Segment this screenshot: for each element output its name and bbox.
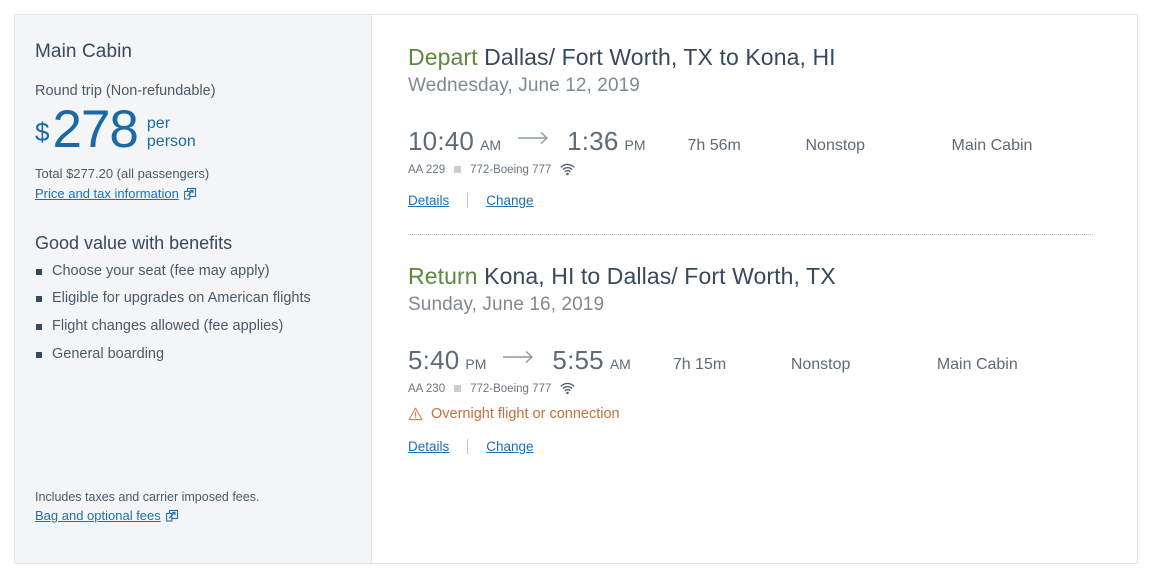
departure-time-block: 10:40 AM bbox=[408, 126, 501, 157]
change-link[interactable]: Change bbox=[486, 193, 533, 208]
per-person-label: per person bbox=[147, 115, 196, 151]
arrival-meridiem: PM bbox=[624, 137, 646, 154]
meta-separator bbox=[454, 166, 462, 174]
departure-time-block: 5:40 PM bbox=[408, 345, 486, 376]
meta-separator bbox=[454, 385, 462, 393]
overnight-warning-label: Overnight flight or connection bbox=[431, 406, 620, 423]
currency-symbol: $ bbox=[35, 117, 50, 147]
segment-actions: Details Change bbox=[408, 193, 1137, 209]
arrival-time-block: 1:36 PM bbox=[567, 126, 645, 157]
segment-actions: Details Change bbox=[408, 439, 1137, 455]
departure-time: 10:40 bbox=[408, 126, 475, 157]
flight-duration: 7h 15m bbox=[672, 356, 727, 374]
details-link[interactable]: Details bbox=[408, 439, 449, 454]
departure-meridiem: AM bbox=[480, 137, 502, 154]
segment-divider bbox=[408, 234, 1093, 236]
segment-depart: Depart Dallas/ Fort Worth, TX to Kona, H… bbox=[408, 43, 1137, 209]
arrival-meridiem: AM bbox=[609, 356, 631, 373]
segment-return: Return Kona, HI to Dallas/ Fort Worth, T… bbox=[408, 262, 1137, 455]
external-link-icon bbox=[165, 509, 179, 522]
benefit-item: Choose your seat (fee may apply) bbox=[35, 262, 349, 282]
arrow-right-icon bbox=[517, 130, 551, 146]
benefits-list: Choose your seat (fee may apply) Eligibl… bbox=[35, 262, 349, 364]
fare-summary-sidebar: Main Cabin Round trip (Non-refundable) $… bbox=[15, 15, 372, 563]
cabin-title: Main Cabin bbox=[35, 41, 133, 62]
change-link[interactable]: Change bbox=[486, 439, 533, 454]
fare-type-label: Round trip (Non-refundable) bbox=[35, 83, 216, 99]
flight-meta-row: AA 230 772-Boeing 777 bbox=[408, 382, 1137, 395]
segment-route: Dallas/ Fort Worth, TX to Kona, HI bbox=[484, 44, 836, 70]
overnight-warning: Overnight flight or connection bbox=[408, 406, 1137, 422]
action-divider bbox=[467, 193, 469, 209]
flight-summary-row: 10:40 AM 1:36 PM 7h 56m Nonstop Main Cab… bbox=[408, 126, 1137, 157]
per-person-line2: person bbox=[146, 132, 196, 150]
segment-direction: Return bbox=[408, 263, 478, 290]
arrival-time: 5:55 bbox=[552, 345, 604, 376]
departure-time: 5:40 bbox=[408, 345, 460, 376]
flight-cabin: Main Cabin bbox=[951, 137, 1033, 155]
flight-number: AA 229 bbox=[408, 163, 446, 176]
segment-heading: Return Kona, HI to Dallas/ Fort Worth, T… bbox=[408, 262, 1137, 290]
external-link-icon bbox=[183, 187, 197, 200]
price-amount: 278 bbox=[52, 100, 138, 159]
bag-and-optional-fees-label: Bag and optional fees bbox=[35, 508, 161, 523]
segment-date: Wednesday, June 12, 2019 bbox=[408, 75, 640, 97]
benefits-title: Good value with benefits bbox=[35, 232, 233, 253]
aircraft-type: 772-Boeing 777 bbox=[470, 163, 552, 176]
segment-heading: Depart Dallas/ Fort Worth, TX to Kona, H… bbox=[408, 43, 1137, 71]
benefit-item: General boarding bbox=[35, 345, 349, 365]
arrival-time: 1:36 bbox=[567, 126, 619, 157]
taxes-footnote: Includes taxes and carrier imposed fees. bbox=[35, 490, 260, 504]
segment-route: Kona, HI to Dallas/ Fort Worth, TX bbox=[484, 263, 836, 290]
price-and-tax-information-link[interactable]: Price and tax information bbox=[35, 186, 197, 201]
arrow-right-icon bbox=[502, 349, 536, 365]
per-person-line1: per bbox=[146, 115, 171, 132]
itinerary-card: Main Cabin Round trip (Non-refundable) $… bbox=[14, 14, 1138, 564]
flight-cabin: Main Cabin bbox=[936, 356, 1018, 374]
arrival-time-block: 5:55 AM bbox=[552, 345, 630, 376]
segment-date: Sunday, June 16, 2019 bbox=[408, 294, 605, 316]
flight-stops: Nonstop bbox=[805, 137, 866, 155]
bag-and-optional-fees-link[interactable]: Bag and optional fees bbox=[35, 508, 179, 523]
flight-number: AA 230 bbox=[408, 382, 446, 395]
total-price-label: Total $277.20 (all passengers) bbox=[35, 165, 210, 181]
flight-stops: Nonstop bbox=[790, 356, 851, 374]
aircraft-type: 772-Boeing 777 bbox=[470, 382, 552, 395]
departure-meridiem: PM bbox=[465, 356, 487, 373]
price-block: $ 278 per person bbox=[35, 100, 349, 159]
action-divider bbox=[467, 439, 469, 455]
segment-direction: Depart bbox=[408, 44, 478, 70]
sidebar-footer: Includes taxes and carrier imposed fees.… bbox=[35, 490, 259, 525]
flight-summary-row: 5:40 PM 5:55 AM 7h 15m Nonstop Main Cabi… bbox=[408, 345, 1137, 376]
wifi-icon bbox=[560, 382, 575, 395]
wifi-icon bbox=[560, 163, 575, 176]
benefit-item: Eligible for upgrades on American flight… bbox=[35, 289, 349, 309]
warning-triangle-icon bbox=[408, 407, 423, 421]
benefit-item: Flight changes allowed (fee applies) bbox=[35, 317, 349, 337]
details-link[interactable]: Details bbox=[408, 193, 449, 208]
itinerary-segments: Depart Dallas/ Fort Worth, TX to Kona, H… bbox=[372, 15, 1137, 563]
price-and-tax-information-label: Price and tax information bbox=[35, 185, 179, 201]
flight-meta-row: AA 229 772-Boeing 777 bbox=[408, 163, 1137, 176]
flight-duration: 7h 56m bbox=[687, 137, 741, 155]
